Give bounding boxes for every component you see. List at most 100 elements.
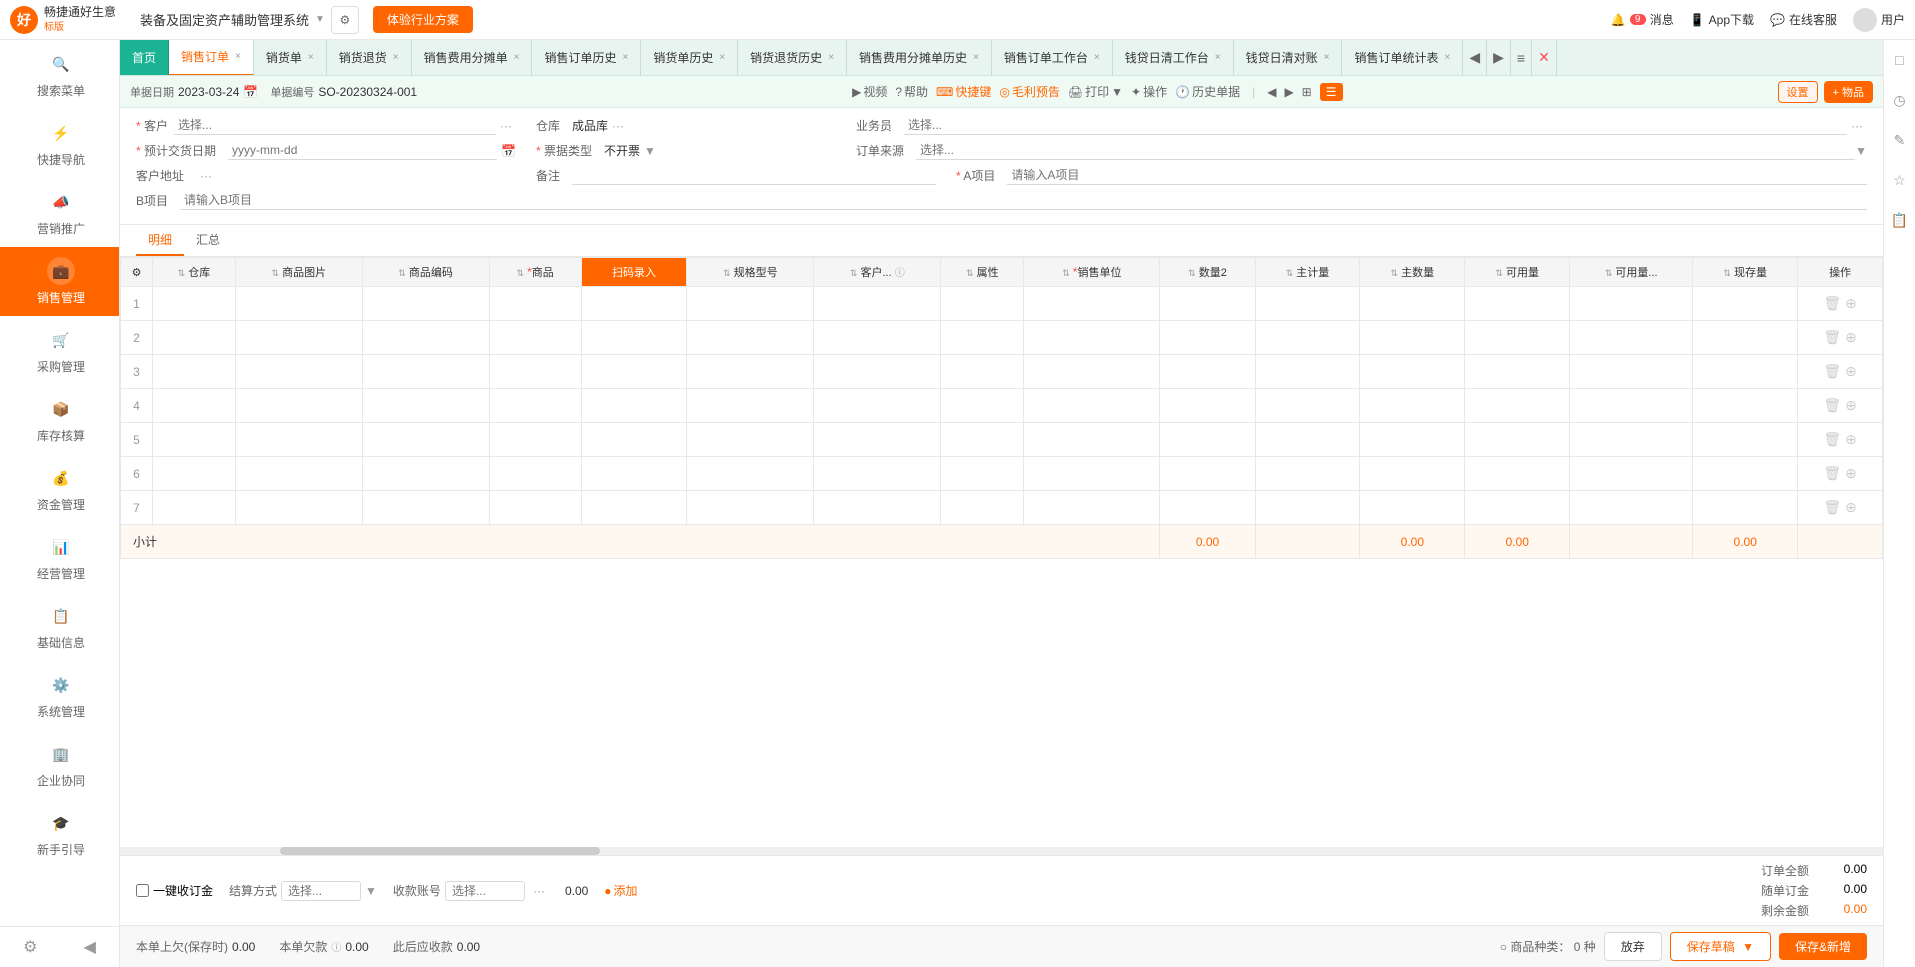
th-scan[interactable]: 扫码录入 bbox=[581, 258, 687, 287]
tab-order-history-close[interactable]: × bbox=[622, 52, 628, 63]
th-main-qty[interactable]: ⇅ 主数量 bbox=[1360, 258, 1465, 287]
tab-cash-daily-close[interactable]: × bbox=[1215, 52, 1221, 63]
toolbar-grid-btn[interactable]: ⊞ bbox=[1302, 85, 1312, 99]
sidebar-item-quicknav[interactable]: ⚡ 快捷导航 bbox=[0, 109, 119, 178]
toolbar-list-btn[interactable]: ☰ bbox=[1320, 83, 1343, 101]
row-customer-code-1[interactable] bbox=[814, 287, 941, 321]
tab-cash-reconcile-close[interactable]: × bbox=[1324, 52, 1330, 63]
settings-icon-btn[interactable]: ⚙ bbox=[331, 6, 359, 34]
th-product[interactable]: ⇅ *商品 bbox=[489, 258, 581, 287]
tab-close-all-btn[interactable]: ✕ bbox=[1532, 40, 1557, 76]
th-image[interactable]: ⇅ 商品图片 bbox=[235, 258, 362, 287]
project-a-input[interactable] bbox=[1007, 166, 1867, 185]
discard-btn[interactable]: 放弃 bbox=[1604, 932, 1662, 961]
th-attr[interactable]: ⇅ 属性 bbox=[941, 258, 1024, 287]
save-new-btn[interactable]: 保存&新增 bbox=[1779, 933, 1867, 960]
th-spec[interactable]: ⇅ 规格型号 bbox=[687, 258, 814, 287]
sidebar-item-guide[interactable]: 🎓 新手引导 bbox=[0, 799, 119, 868]
address-more-btn[interactable]: ··· bbox=[196, 169, 216, 183]
salesperson-more-btn[interactable]: ··· bbox=[1847, 119, 1867, 133]
tab-sales-order[interactable]: 销售订单 × bbox=[169, 40, 254, 76]
scrollbar-thumb[interactable] bbox=[280, 847, 600, 855]
shortcut-btn[interactable]: ⌨ 快捷键 bbox=[936, 83, 991, 100]
app-download-btn[interactable]: 📱 App下载 bbox=[1690, 11, 1754, 28]
debt-info-icon[interactable]: ⓘ bbox=[331, 939, 341, 954]
tab-sales-return-close[interactable]: × bbox=[393, 52, 399, 63]
save-draft-dropdown[interactable]: ▼ bbox=[1742, 940, 1754, 954]
tab-prev-btn[interactable]: ◀ bbox=[1463, 40, 1487, 76]
horizontal-scrollbar[interactable] bbox=[120, 847, 1883, 855]
online-service-btn[interactable]: 💬 在线客服 bbox=[1770, 11, 1837, 28]
tab-order-workbench-close[interactable]: × bbox=[1094, 52, 1100, 63]
salesperson-input[interactable] bbox=[904, 116, 1847, 135]
row-delete-5[interactable]: 🗑 bbox=[1823, 431, 1841, 448]
th-unit[interactable]: ⇅ *销售单位 bbox=[1024, 258, 1160, 287]
sidebar-item-system[interactable]: ⚙️ 系统管理 bbox=[0, 661, 119, 730]
row-copy-4[interactable]: ⊕ bbox=[1845, 397, 1857, 414]
profit-btn[interactable]: ◎ 毛利预告 bbox=[999, 83, 1060, 100]
th-available[interactable]: ⇅ 可用量 bbox=[1465, 258, 1570, 287]
tab-home[interactable]: 首页 bbox=[120, 40, 169, 76]
row-delete-3[interactable]: 🗑 bbox=[1823, 363, 1841, 380]
row-delete-1[interactable]: 🗑 bbox=[1823, 295, 1841, 312]
delivery-date-input[interactable] bbox=[228, 141, 497, 160]
row-image-1[interactable] bbox=[235, 287, 362, 321]
row-unit-1[interactable] bbox=[1024, 287, 1160, 321]
customer-more-btn[interactable]: ··· bbox=[496, 119, 516, 133]
system-dropdown-icon[interactable]: ▼ bbox=[315, 14, 325, 25]
row-copy-1[interactable]: ⊕ bbox=[1845, 295, 1857, 312]
industry-btn[interactable]: 体验行业方案 bbox=[373, 6, 473, 33]
product-count-icon[interactable]: ○ bbox=[1500, 940, 1507, 954]
row-copy-6[interactable]: ⊕ bbox=[1845, 465, 1857, 482]
row-spec-1[interactable] bbox=[687, 287, 814, 321]
row-copy-7[interactable]: ⊕ bbox=[1845, 499, 1857, 516]
tab-cash-reconcile[interactable]: 钱贷日清对账 × bbox=[1234, 40, 1343, 76]
row-copy-3[interactable]: ⊕ bbox=[1845, 363, 1857, 380]
sidebar-item-finance[interactable]: 💰 资金管理 bbox=[0, 454, 119, 523]
right-panel-icon-3[interactable]: ✎ bbox=[1888, 128, 1912, 152]
toolbar-next-btn[interactable]: ▶ bbox=[1284, 85, 1293, 99]
history-btn[interactable]: 🕐 历史单据 bbox=[1175, 83, 1240, 100]
tab-sales-slip-close[interactable]: × bbox=[308, 52, 314, 63]
remarks-input[interactable] bbox=[572, 166, 936, 185]
sidebar-item-inventory[interactable]: 📦 库存核算 bbox=[0, 385, 119, 454]
row-scan-1[interactable] bbox=[581, 287, 687, 321]
row-current-stock-1[interactable] bbox=[1693, 287, 1798, 321]
th-main-unit[interactable]: ⇅ 主计量 bbox=[1255, 258, 1360, 287]
row-code-1[interactable] bbox=[362, 287, 489, 321]
receipt-more-btn[interactable]: ··· bbox=[529, 884, 549, 898]
th-settings[interactable]: ⚙ bbox=[121, 258, 153, 287]
row-available-1[interactable] bbox=[1465, 287, 1570, 321]
row-main-unit-1[interactable] bbox=[1255, 287, 1360, 321]
tab-summary[interactable]: 汇总 bbox=[184, 225, 232, 256]
row-available2-1[interactable] bbox=[1570, 287, 1693, 321]
row-warehouse-1[interactable] bbox=[153, 287, 236, 321]
pay-method-dropdown[interactable]: ▼ bbox=[365, 884, 377, 898]
th-current-stock[interactable]: ⇅ 现存量 bbox=[1693, 258, 1798, 287]
tab-return-history[interactable]: 销货退货历史 × bbox=[738, 40, 847, 76]
sidebar-collapse-icon[interactable]: ◀ bbox=[84, 937, 96, 957]
th-code[interactable]: ⇅ 商品编码 bbox=[362, 258, 489, 287]
message-btn[interactable]: 🔔 9 消息 bbox=[1611, 11, 1674, 28]
row-delete-4[interactable]: 🗑 bbox=[1823, 397, 1841, 414]
tab-detail[interactable]: 明细 bbox=[136, 225, 184, 256]
row-copy-2[interactable]: ⊕ bbox=[1845, 329, 1857, 346]
sidebar-item-enterprise[interactable]: 🏢 企业协同 bbox=[0, 730, 119, 799]
project-b-input[interactable] bbox=[180, 191, 1867, 210]
sidebar-item-operations[interactable]: 📊 经营管理 bbox=[0, 523, 119, 592]
th-customer-code[interactable]: ⇅ 客户... ⓘ bbox=[814, 258, 941, 287]
tab-sales-order-close[interactable]: × bbox=[235, 51, 241, 62]
tab-menu-btn[interactable]: ≡ bbox=[1511, 40, 1532, 76]
tab-order-history[interactable]: 销售订单历史 × bbox=[532, 40, 641, 76]
th-available2[interactable]: ⇅ 可用量... bbox=[1570, 258, 1693, 287]
warehouse-more-btn[interactable]: ··· bbox=[608, 119, 628, 133]
help-btn[interactable]: ? 帮助 bbox=[895, 83, 928, 100]
add-product-btn[interactable]: + 物品 bbox=[1824, 81, 1873, 103]
right-panel-icon-1[interactable]: □ bbox=[1888, 48, 1912, 72]
row-copy-5[interactable]: ⊕ bbox=[1845, 431, 1857, 448]
tab-expense-split-close[interactable]: × bbox=[514, 52, 520, 63]
tab-expense-split[interactable]: 销售费用分摊单 × bbox=[412, 40, 533, 76]
date-picker-icon[interactable]: 📅 bbox=[501, 144, 516, 158]
th-warehouse[interactable]: ⇅ 仓库 bbox=[153, 258, 236, 287]
sidebar-item-search[interactable]: 🔍 搜索菜单 bbox=[0, 40, 119, 109]
